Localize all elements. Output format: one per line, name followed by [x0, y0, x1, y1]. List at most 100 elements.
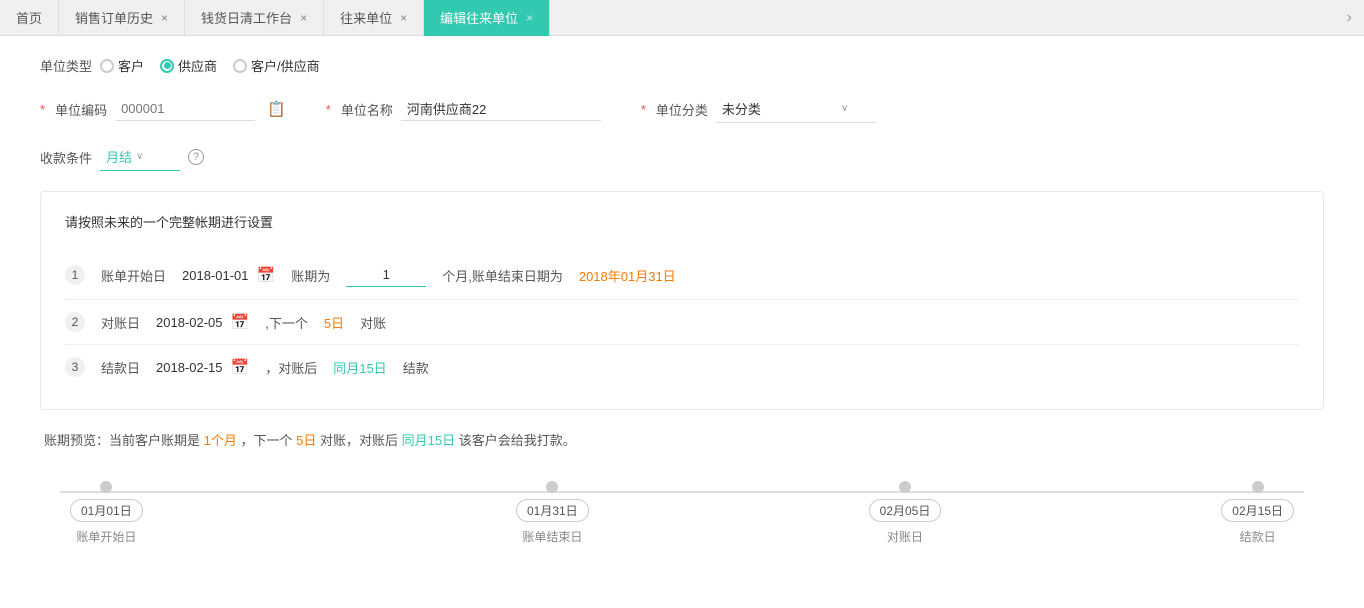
payment-condition-group: 收款条件 月结 ∨ ?: [40, 143, 204, 171]
radio-supplier[interactable]: 供应商: [160, 56, 217, 75]
tab-partner-unit[interactable]: 往来单位 ×: [324, 0, 424, 36]
tab-bar: 首页 销售订单历史 × 钱货日清工作台 × 往来单位 × 编辑往来单位 × ›: [0, 0, 1364, 36]
radio-circle-customer: [100, 59, 114, 73]
unit-name-group: * 单位名称: [326, 97, 601, 121]
preview-highlight-1: 1个月: [204, 433, 237, 448]
payment-chevron-down-icon: ∨: [136, 151, 143, 162]
copy-icon[interactable]: 📋: [267, 100, 286, 118]
timeline-date-1: 01月01日: [70, 499, 143, 522]
unit-name-label: 单位名称: [341, 100, 393, 119]
tab-sales-history[interactable]: 销售订单历史 ×: [59, 0, 185, 36]
radio-customer-label: 客户: [118, 56, 144, 75]
timeline-circle-2: [546, 481, 558, 493]
calendar-icon-1[interactable]: 📅: [257, 266, 276, 284]
help-icon[interactable]: ?: [188, 149, 204, 165]
period-suffix-3: 结款: [403, 358, 429, 377]
timeline-label-2: 账单结束日: [522, 528, 582, 545]
timeline-point-2: 01月31日 账单结束日: [516, 481, 589, 545]
period-num-3: 3: [65, 357, 85, 377]
radio-customer[interactable]: 客户: [100, 56, 144, 75]
preview-highlight-3: 同月15日: [402, 433, 455, 448]
timeline-point-4: 02月15日 结款日: [1221, 481, 1294, 545]
period-date-value-2: 2018-02-05: [156, 315, 223, 330]
unit-type-label: 单位类型: [40, 56, 92, 75]
period-num-2: 2: [65, 312, 85, 332]
radio-supplier-label: 供应商: [178, 56, 217, 75]
unit-name-input[interactable]: [401, 97, 601, 121]
timeline-container: 01月01日 账单开始日 01月31日 账单结束日 02月05日 对账日 02月…: [40, 473, 1324, 545]
payment-condition-label: 收款条件: [40, 148, 92, 167]
payment-condition-value: 月结: [106, 147, 132, 166]
timeline-spacer-2: [589, 486, 869, 488]
unit-type-group: 单位类型 客户 供应商 客户/供应商: [40, 56, 320, 75]
radio-customer-supplier-label: 客户/供应商: [251, 56, 320, 75]
timeline-date-4: 02月15日: [1221, 499, 1294, 522]
period-label-2: 对账日: [101, 313, 140, 332]
unit-category-required-star: *: [641, 102, 646, 117]
timeline-spacer-1: [143, 486, 516, 488]
unit-category-group: * 单位分类 未分类 ∨: [641, 95, 876, 123]
tab-edit-partner[interactable]: 编辑往来单位 ×: [424, 0, 550, 36]
period-row-1: 1 账单开始日 2018-01-01 📅 账期为 个月,账单结束日期为 2018…: [65, 251, 1299, 300]
preview-part3-prefix: 对账，对账后: [320, 433, 398, 448]
period-months-input[interactable]: [346, 263, 426, 287]
tab-cash-work[interactable]: 钱货日清工作台 ×: [185, 0, 324, 36]
preview-suffix: 该客户会给我打款。: [459, 433, 576, 448]
timeline-spacer-3: [941, 486, 1221, 488]
preview-prefix: 账期预览：当前客户账期是: [44, 433, 200, 448]
period-box-title: 请按照未来的一个完整帐期进行设置: [65, 212, 1299, 231]
period-label-3: 结款日: [101, 358, 140, 377]
timeline-date-3: 02月05日: [869, 499, 942, 522]
period-suffix-1: 账期为: [291, 266, 330, 285]
payment-condition-select[interactable]: 月结 ∨: [100, 143, 180, 171]
payment-condition-row: 收款条件 月结 ∨ ?: [40, 143, 1324, 171]
close-tab-partner-unit[interactable]: ×: [400, 11, 407, 25]
timeline-date-2: 01月31日: [516, 499, 589, 522]
radio-customer-supplier[interactable]: 客户/供应商: [233, 56, 320, 75]
timeline-label-1: 账单开始日: [76, 528, 136, 545]
close-tab-edit-partner[interactable]: ×: [526, 11, 533, 25]
period-day-highlight-2: 5日: [324, 313, 344, 332]
unit-category-value: 未分类: [722, 99, 761, 118]
page-content: 单位类型 客户 供应商 客户/供应商 * 单位编码: [0, 36, 1364, 608]
timeline-circle-4: [1252, 481, 1264, 493]
radio-group: 客户 供应商 客户/供应商: [100, 56, 320, 75]
preview-text: 账期预览：当前客户账期是 1个月 ，下一个 5日 对账，对账后 同月15日 该客…: [40, 430, 1324, 449]
unit-code-group: * 单位编码 📋: [40, 97, 286, 121]
radio-circle-customer-supplier: [233, 59, 247, 73]
unit-category-label: 单位分类: [656, 100, 708, 119]
preview-highlight-2: 5日: [296, 433, 316, 448]
timeline-wrap: 01月01日 账单开始日 01月31日 账单结束日 02月05日 对账日 02月…: [50, 473, 1314, 545]
unit-code-input[interactable]: [115, 97, 255, 121]
timeline-label-3: 对账日: [887, 528, 923, 545]
period-date-1: 2018-01-01 📅: [182, 266, 275, 284]
timeline-label-4: 结款日: [1240, 528, 1276, 545]
timeline-point-1: 01月01日 账单开始日: [70, 481, 143, 545]
unit-type-row: 单位类型 客户 供应商 客户/供应商: [40, 56, 1324, 75]
period-unit-text: 个月,账单结束日期为: [442, 266, 563, 285]
preview-part2-prefix: ，下一个: [241, 433, 293, 448]
tab-more-button[interactable]: ›: [1335, 9, 1364, 27]
period-num-1: 1: [65, 265, 85, 285]
unit-code-required-star: *: [40, 102, 45, 117]
unit-category-select[interactable]: 未分类 ∨: [716, 95, 876, 123]
period-date-3: 2018-02-15 📅: [156, 358, 249, 376]
timeline-circle-3: [899, 481, 911, 493]
close-tab-cash-work[interactable]: ×: [300, 11, 307, 25]
close-tab-sales-history[interactable]: ×: [161, 11, 168, 25]
calendar-icon-3[interactable]: 📅: [231, 358, 250, 376]
period-label-1: 账单开始日: [101, 266, 166, 285]
period-row-2: 2 对账日 2018-02-05 📅 ,下一个 5日 对账: [65, 300, 1299, 345]
unit-info-row: * 单位编码 📋 * 单位名称 * 单位分类 未分类 ∨: [40, 95, 1324, 123]
calendar-icon-2[interactable]: 📅: [231, 313, 250, 331]
period-date-2: 2018-02-05 📅: [156, 313, 249, 331]
period-day-highlight-3: 同月15日: [333, 358, 386, 377]
radio-circle-supplier: [160, 59, 174, 73]
tab-home[interactable]: 首页: [0, 0, 59, 36]
period-date-value-1: 2018-01-01: [182, 268, 249, 283]
period-suffix-2: 对账: [360, 313, 386, 332]
period-end-date-highlight: 2018年01月31日: [579, 266, 676, 285]
unit-code-label: 单位编码: [55, 100, 107, 119]
period-settings-box: 请按照未来的一个完整帐期进行设置 1 账单开始日 2018-01-01 📅 账期…: [40, 191, 1324, 410]
category-chevron-down-icon: ∨: [841, 103, 848, 114]
